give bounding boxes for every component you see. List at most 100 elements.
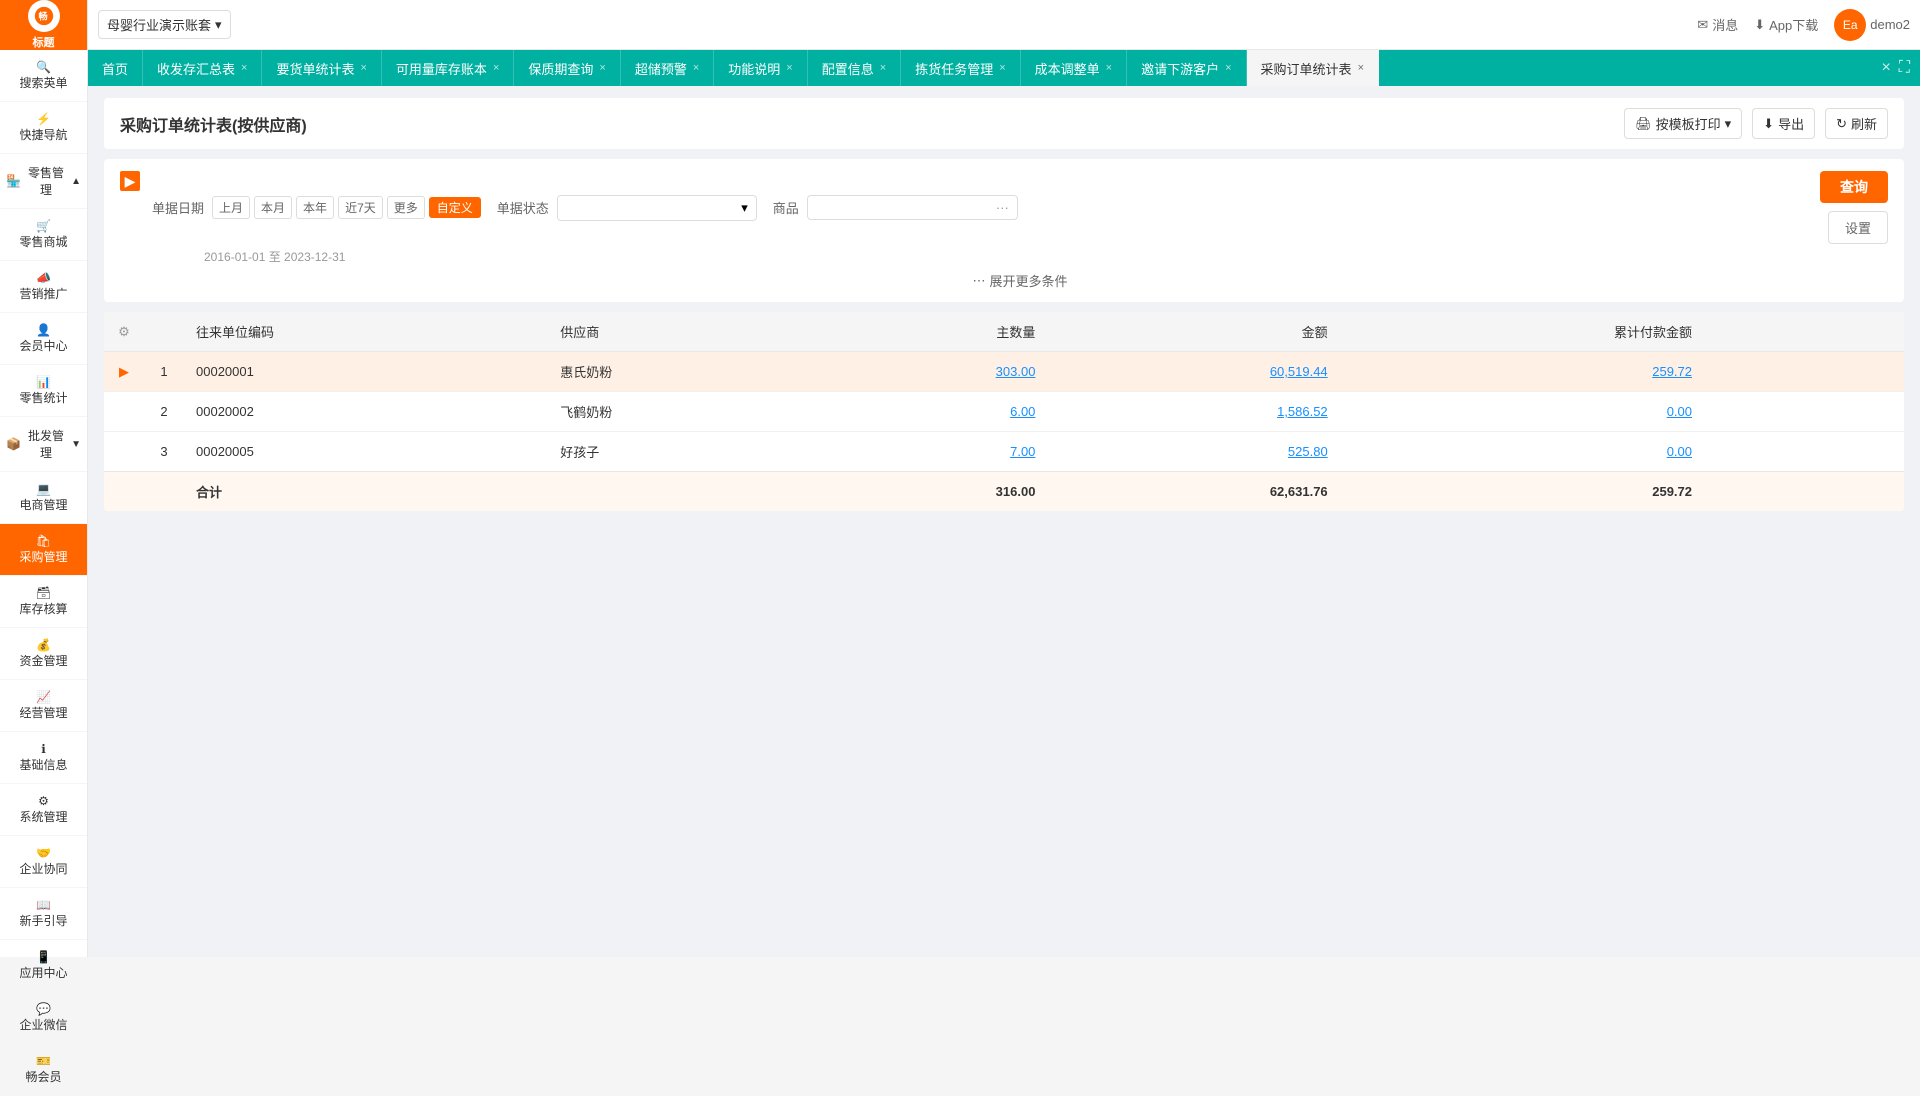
td-supplier: 惠氏奶粉 [548,352,819,392]
tab-invite-downstream[interactable]: 邀请下游客户 × [1127,50,1246,86]
tab-expiry-query[interactable]: 保质期查询 × [514,50,620,86]
sidebar-item-label: 零售商城 [6,233,81,250]
export-btn[interactable]: ⬇ 导出 [1752,108,1815,139]
expand-row-icon[interactable]: ▶ [119,364,129,379]
btn-refresh-label: 刷新 [1851,114,1877,133]
filter-toggle-btn[interactable]: ▶ [120,171,140,191]
tab-home[interactable]: 首页 [88,50,143,86]
tab-close-icon[interactable]: × [1225,62,1231,74]
td-main-qty[interactable]: 303.00 [820,352,1048,392]
td-footer-qty: 316.00 [820,472,1048,512]
td-paid-amount[interactable]: 0.00 [1340,432,1704,472]
date-btn-this-month[interactable]: 本月 [254,196,292,219]
sidebar-item-ecommerce[interactable]: 💻 电商管理 [0,472,87,524]
account-dropdown[interactable]: 母婴行业演示账套 ▾ [98,10,231,39]
query-btn[interactable]: 查询 [1820,171,1888,203]
settings-btn[interactable]: 设置 [1828,211,1888,244]
sidebar-item-cooperation[interactable]: 🤝 企业协同 [0,836,87,888]
maximize-btn[interactable]: ⛶ [1899,59,1910,77]
app-icon: 📱 [6,950,81,964]
sidebar-item-app-center[interactable]: 📱 应用中心 [0,940,87,992]
tab-purchase-summary[interactable]: 采购订单统计表 × [1247,50,1379,86]
th-settings: ⚙ [104,312,144,352]
avatar: Ea [1834,9,1866,41]
td-paid-amount[interactable]: 0.00 [1340,392,1704,432]
sidebar-item-enterprise-wechat[interactable]: 💬 企业微信 [0,992,87,1044]
sidebar-item-marketing[interactable]: 📣 营销推广 [0,261,87,313]
tab-config-info[interactable]: 配置信息 × [808,50,901,86]
td-amount[interactable]: 525.80 [1047,432,1339,472]
tab-close-icon[interactable]: × [360,62,366,74]
refresh-icon: ↻ [1836,116,1847,132]
sidebar-item-label: 系统管理 [6,808,81,825]
date-btn-7days[interactable]: 近7天 [338,196,383,219]
status-select[interactable]: ▾ [557,195,757,221]
sidebar-item-business[interactable]: 📈 经营管理 [0,680,87,732]
tab-close-icon[interactable]: × [1106,62,1112,74]
topbar-right: ✉ 消息 ⬇ App下载 Ea demo2 [1697,9,1910,41]
tab-label: 超储预警 [635,59,687,78]
refresh-btn[interactable]: ↻ 刷新 [1825,108,1888,139]
retail-icon: 🏪 [6,174,21,188]
user-menu[interactable]: Ea demo2 [1834,9,1910,41]
tab-cost-adjust[interactable]: 成本调整单 × [1021,50,1127,86]
date-btn-more[interactable]: 更多 [387,196,425,219]
expand-label: 展开更多条件 [989,271,1067,290]
sidebar-item-purchase[interactable]: 🛍 采购管理 [0,524,87,576]
tab-close-icon[interactable]: × [1358,62,1364,74]
tab-available-stock[interactable]: 可用量库存账本 × [382,50,514,86]
sidebar-item-quick-nav[interactable]: ⚡ 快捷导航 [0,102,87,154]
tab-close-icon[interactable]: × [693,62,699,74]
sidebar-item-inventory[interactable]: 🗃 库存核算 [0,576,87,628]
sidebar-item-retail-shop[interactable]: 🛒 零售商城 [0,209,87,261]
message-btn[interactable]: ✉ 消息 [1697,15,1738,34]
td-main-qty[interactable]: 7.00 [820,432,1048,472]
ellipsis-icon[interactable]: ··· [996,200,1009,215]
tab-label: 配置信息 [822,59,874,78]
sidebar-item-label: 采购管理 [6,548,81,565]
tab-close-icon[interactable]: × [786,62,792,74]
member-icon: 👤 [6,323,81,337]
expand-more-btn[interactable]: ⋯ 展开更多条件 [152,271,1888,290]
td-amount[interactable]: 1,586.52 [1047,392,1339,432]
date-btn-last-month[interactable]: 上月 [212,196,250,219]
custom-date-tag: 自定义 [429,197,481,218]
sidebar-item-member[interactable]: 👤 会员中心 [0,313,87,365]
sidebar-item-finance[interactable]: 💰 资金管理 [0,628,87,680]
tab-close-icon[interactable]: × [241,62,247,74]
sidebar-item-retail[interactable]: 🏪 零售管理 ▲ [0,154,87,209]
tab-function-desc[interactable]: 功能说明 × [714,50,807,86]
template-print-btn[interactable]: 🖨 按模板打印 ▾ [1624,108,1742,139]
sidebar-item-basic-info[interactable]: ℹ 基础信息 [0,732,87,784]
td-amount[interactable]: 60,519.44 [1047,352,1339,392]
sidebar-item-label: 企业协同 [6,860,81,877]
sidebar-item-search[interactable]: 🔍 搜索英单 [0,50,87,102]
settings-icon[interactable]: ⚙ [118,324,130,339]
sidebar-item-system[interactable]: ⚙ 系统管理 [0,784,87,836]
sidebar-item-wholesale[interactable]: 📦 批发管理 ▼ [0,417,87,472]
tab-close-icon[interactable]: × [999,62,1005,74]
tab-receive-summary[interactable]: 收发存汇总表 × [143,50,262,86]
close-all-tabs-btn[interactable]: × [1881,59,1890,77]
tab-close-icon[interactable]: × [493,62,499,74]
tab-order-summary[interactable]: 要货单统计表 × [262,50,381,86]
sidebar-item-new-guide[interactable]: 📖 新手引导 [0,888,87,940]
sidebar-item-retail-stat[interactable]: 📊 零售统计 [0,365,87,417]
app-download-btn[interactable]: ⬇ App下载 [1754,15,1818,34]
tab-close-icon[interactable]: × [599,62,605,74]
tab-overstock-warning[interactable]: 超储预警 × [621,50,714,86]
app-logo: 畅 标题 [0,0,87,50]
coop-icon: 🤝 [6,846,81,860]
tab-pick-task[interactable]: 拣货任务管理 × [901,50,1020,86]
th-main-qty: 主数量 [820,312,1048,352]
date-btn-this-year[interactable]: 本年 [296,196,334,219]
td-unit-code: 00020002 [184,392,548,432]
td-main-qty[interactable]: 6.00 [820,392,1048,432]
tab-close-icon[interactable]: × [880,62,886,74]
td-paid-amount[interactable]: 259.72 [1340,352,1704,392]
date-filter-label: 单据日期 [152,198,204,217]
sidebar-item-member2[interactable]: 🎫 畅会员 [0,1044,87,1096]
goods-input[interactable] [816,200,996,215]
table-row: ▶ 1 00020001 惠氏奶粉 303.00 60,519.44 259.7… [104,352,1904,392]
table-footer: 合计 316.00 62,631.76 259.72 [104,472,1904,512]
